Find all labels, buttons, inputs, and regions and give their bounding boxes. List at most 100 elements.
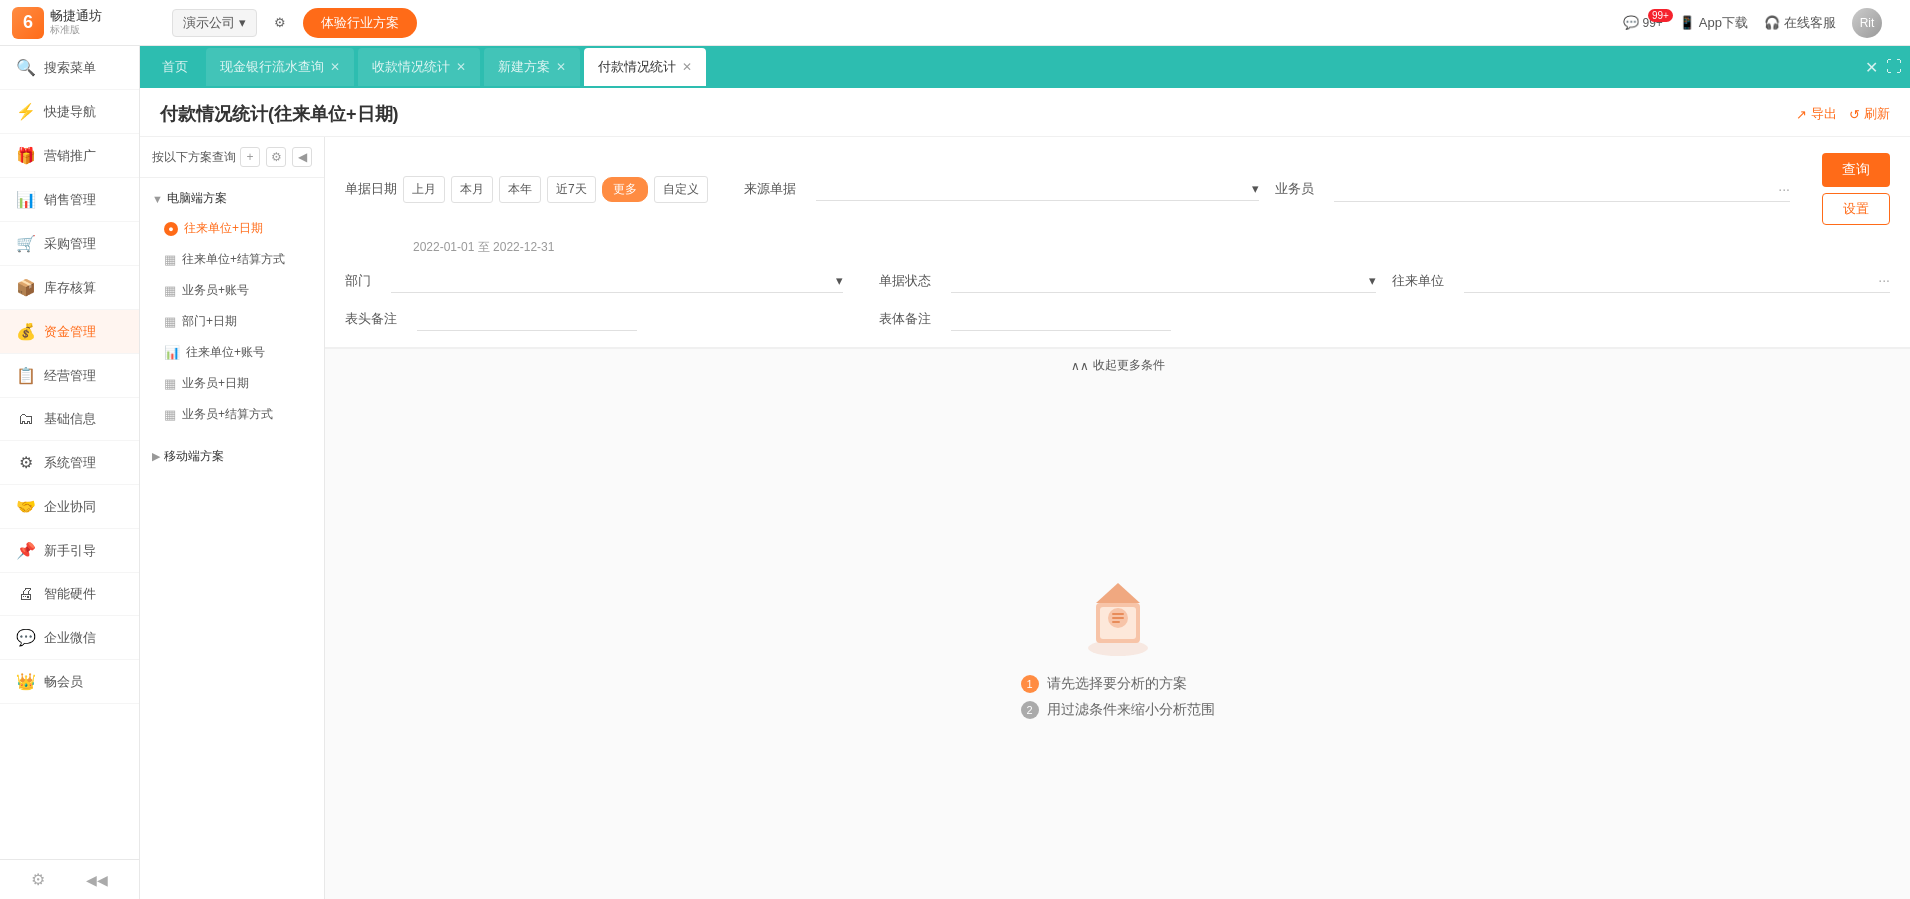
sidebar-item-capital[interactable]: 💰 资金管理 <box>0 310 139 354</box>
unit-dots-btn[interactable]: ··· <box>1878 272 1890 288</box>
scheme-item-staff-settle-label: 业务员+结算方式 <box>182 406 273 423</box>
scheme-item-staff-account-label: 业务员+账号 <box>182 282 249 299</box>
scheme-panel-actions: + ⚙ ◀ <box>240 147 312 167</box>
sidebar-item-inventory[interactable]: 📦 库存核算 <box>0 266 139 310</box>
tip-num-1: 1 <box>1021 675 1039 693</box>
inventory-icon: 📦 <box>16 278 36 297</box>
scheme-item-unit-account[interactable]: 📊 往来单位+账号 <box>140 337 324 368</box>
status-select[interactable]: ▾ <box>951 269 1377 293</box>
tab-close-all-icon[interactable]: ✕ <box>1865 58 1878 77</box>
message-icon: 💬 <box>1623 15 1639 30</box>
sidebar-label-quick-nav: 快捷导航 <box>44 103 96 121</box>
svg-rect-6 <box>1112 617 1124 619</box>
sidebar-label-basic-info: 基础信息 <box>44 410 96 428</box>
sidebar-label-hardware: 智能硬件 <box>44 585 96 603</box>
query-button[interactable]: 查询 <box>1822 153 1890 187</box>
export-button[interactable]: ↗ 导出 <box>1796 105 1837 123</box>
sidebar-settings-icon[interactable]: ⚙ <box>31 870 45 889</box>
search-icon: 🔍 <box>16 58 36 77</box>
page-header: 付款情况统计(往来单位+日期) ↗ 导出 ↺ 刷新 <box>140 88 1910 137</box>
sidebar-item-guide[interactable]: 📌 新手引导 <box>0 529 139 573</box>
sidebar-item-enterprise[interactable]: 🤝 企业协同 <box>0 485 139 529</box>
sidebar-item-management[interactable]: 📋 经营管理 <box>0 354 139 398</box>
tab-expand-icon[interactable]: ⛶ <box>1886 58 1902 76</box>
basic-info-icon: 🗂 <box>16 410 36 428</box>
status-chevron-icon: ▾ <box>1369 273 1376 288</box>
filter-settings-button[interactable]: 设置 <box>1822 193 1890 225</box>
tab-home[interactable]: 首页 <box>148 48 202 86</box>
refresh-button[interactable]: ↺ 刷新 <box>1849 105 1890 123</box>
scheme-item-unit-settle-label: 往来单位+结算方式 <box>182 251 285 268</box>
filter-status-col: 单据状态 ▾ <box>879 269 1377 293</box>
sidebar-item-wechat[interactable]: 💬 企业微信 <box>0 616 139 660</box>
body-note-input[interactable] <box>951 307 1171 331</box>
trial-button[interactable]: 体验行业方案 <box>303 8 417 38</box>
settings-button[interactable]: ⚙ <box>265 8 295 38</box>
dept-select[interactable]: ▾ <box>391 269 843 293</box>
scheme-item-unit-settle[interactable]: ▦ 往来单位+结算方式 <box>140 244 324 275</box>
sidebar-label-inventory: 库存核算 <box>44 279 96 297</box>
online-service-button[interactable]: 🎧 在线客服 <box>1764 14 1836 32</box>
add-scheme-btn[interactable]: + <box>240 147 260 167</box>
date-btn-last-7-days[interactable]: 近7天 <box>547 176 596 203</box>
refresh-icon: ↺ <box>1849 107 1860 122</box>
filter-staff-col: 业务员 ··· <box>1275 177 1790 202</box>
empty-state-illustration <box>1068 563 1168 663</box>
scheme-item-staff-settle[interactable]: ▦ 业务员+结算方式 <box>140 399 324 430</box>
header-note-input[interactable] <box>417 307 637 331</box>
notifications-button[interactable]: 💬 99+ 99+ <box>1623 15 1663 30</box>
header-middle: 演示公司 ▾ ⚙ 体验行业方案 <box>152 8 1623 38</box>
tab-new-scheme[interactable]: 新建方案 ✕ <box>484 48 580 86</box>
sales-icon: 📊 <box>16 190 36 209</box>
sidebar-item-member[interactable]: 👑 畅会员 <box>0 660 139 704</box>
scheme-item-dept-date[interactable]: ▦ 部门+日期 <box>140 306 324 337</box>
tab-bank[interactable]: 现金银行流水查询 ✕ <box>206 48 354 86</box>
tab-receipt-close[interactable]: ✕ <box>456 60 466 74</box>
sidebar-label-guide: 新手引导 <box>44 542 96 560</box>
tab-receipt[interactable]: 收款情况统计 ✕ <box>358 48 480 86</box>
sidebar-search[interactable]: 🔍 搜索菜单 <box>0 46 139 90</box>
collapse-scheme-btn[interactable]: ◀ <box>292 147 312 167</box>
filter-source-col: 来源单据 ▾ <box>744 177 1259 201</box>
tab-payment-close[interactable]: ✕ <box>682 60 692 74</box>
filter-date-col: 单据日期 上月 本月 本年 近7天 更多 自定义 <box>345 176 708 203</box>
scheme-item-unit-date-label: 往来单位+日期 <box>184 220 263 237</box>
scheme-item-unit-date[interactable]: ● 往来单位+日期 <box>140 213 324 244</box>
logo-sub: 标准版 <box>50 23 102 37</box>
tab-home-label: 首页 <box>162 58 188 76</box>
user-avatar[interactable]: Rit <box>1852 8 1882 38</box>
app-download-button[interactable]: 📱 App下载 <box>1679 14 1748 32</box>
date-range-display: 2022-01-01 至 2022-12-31 <box>409 239 1890 256</box>
sidebar-item-quick-nav[interactable]: ⚡ 快捷导航 <box>0 90 139 134</box>
company-selector[interactable]: 演示公司 ▾ <box>172 9 257 37</box>
mobile-scheme-title[interactable]: ▶ 移动端方案 <box>140 442 324 471</box>
sidebar-item-basic-info[interactable]: 🗂 基础信息 <box>0 398 139 441</box>
tab-bar: 首页 现金银行流水查询 ✕ 收款情况统计 ✕ 新建方案 ✕ 付款情况统计 ✕ ✕… <box>140 46 1910 88</box>
tab-bank-close[interactable]: ✕ <box>330 60 340 74</box>
staff-label: 业务员 <box>1275 180 1314 198</box>
scheme-settings-btn[interactable]: ⚙ <box>266 147 286 167</box>
date-btn-this-month[interactable]: 本月 <box>451 176 493 203</box>
date-btn-custom[interactable]: 自定义 <box>654 176 708 203</box>
scheme-item-staff-account[interactable]: ▦ 业务员+账号 <box>140 275 324 306</box>
sidebar-item-marketing[interactable]: 🎁 营销推广 <box>0 134 139 178</box>
staff-dots-btn[interactable]: ··· <box>1778 181 1790 197</box>
source-select[interactable]: ▾ <box>816 177 1259 201</box>
mobile-expand-icon: ▶ <box>152 450 160 463</box>
sidebar-item-hardware[interactable]: 🖨 智能硬件 <box>0 573 139 616</box>
sidebar-item-sales[interactable]: 📊 销售管理 <box>0 178 139 222</box>
header-note-label: 表头备注 <box>345 310 397 328</box>
date-btn-this-year[interactable]: 本年 <box>499 176 541 203</box>
sidebar-collapse-icon[interactable]: ◀◀ <box>86 872 108 888</box>
filter-body-note-col: 表体备注 <box>879 307 1377 331</box>
date-btn-last-month[interactable]: 上月 <box>403 176 445 203</box>
date-btn-more[interactable]: 更多 <box>602 177 648 202</box>
tab-payment[interactable]: 付款情况统计 ✕ <box>584 48 706 86</box>
svg-marker-3 <box>1096 583 1140 603</box>
sidebar-item-purchase[interactable]: 🛒 采购管理 <box>0 222 139 266</box>
pc-scheme-title[interactable]: ▼ 电脑端方案 <box>140 184 324 213</box>
tab-new-scheme-close[interactable]: ✕ <box>556 60 566 74</box>
sidebar-item-system[interactable]: ⚙ 系统管理 <box>0 441 139 485</box>
scheme-item-staff-date[interactable]: ▦ 业务员+日期 <box>140 368 324 399</box>
collapse-conditions-button[interactable]: ∧∧ 收起更多条件 <box>325 348 1910 382</box>
